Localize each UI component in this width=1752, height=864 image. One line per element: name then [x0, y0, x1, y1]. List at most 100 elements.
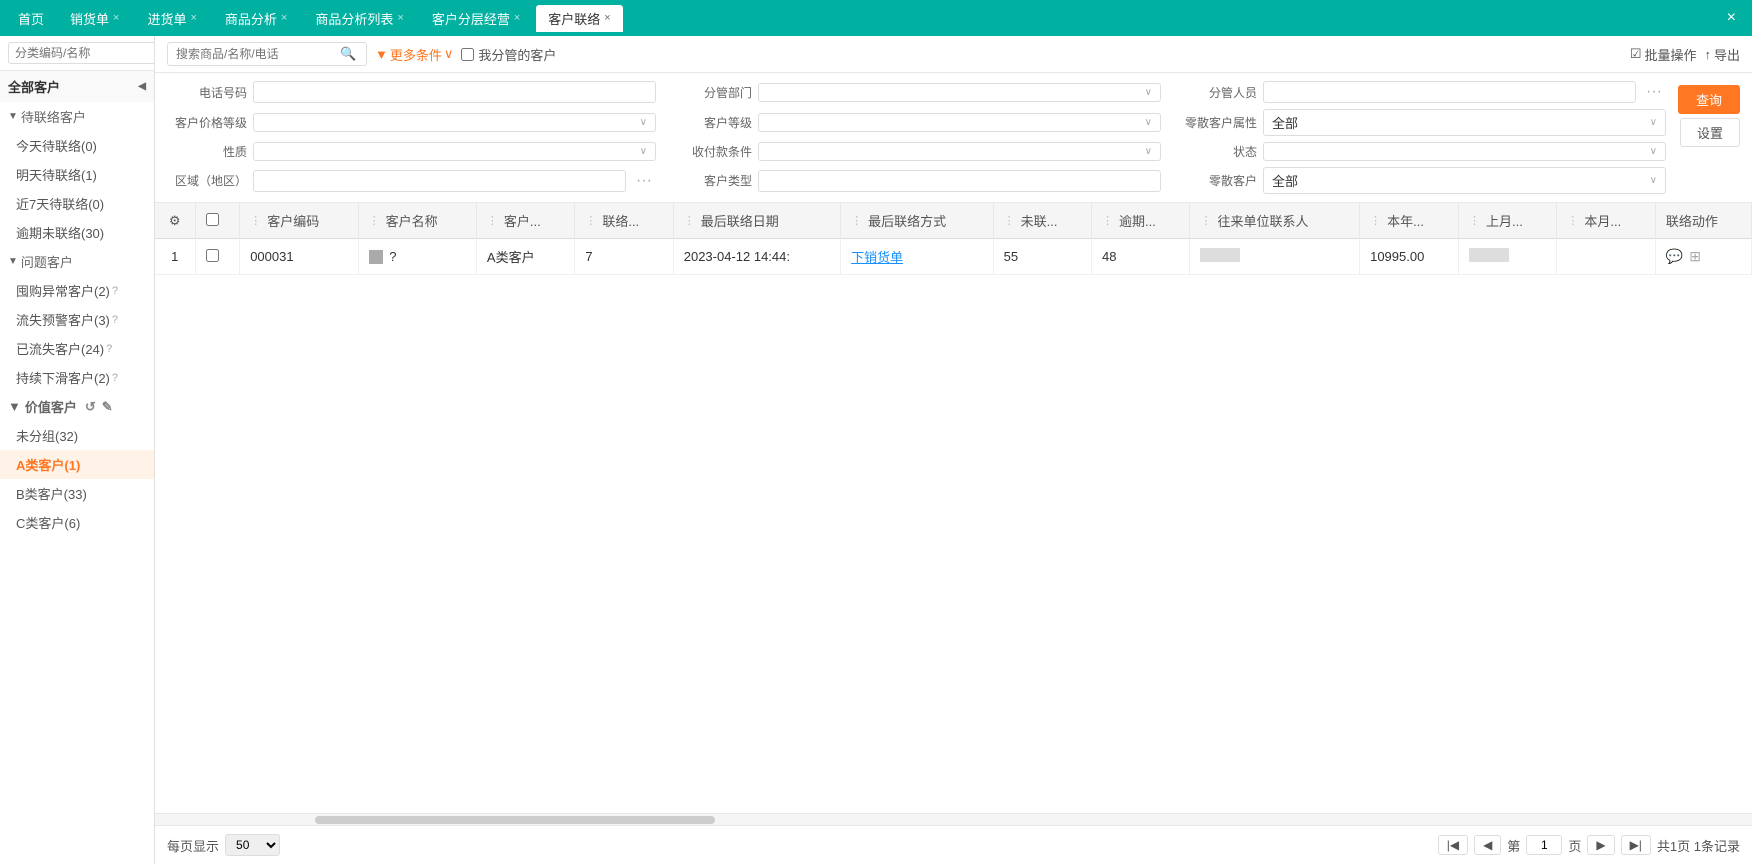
cell-checkbox[interactable] [195, 239, 240, 275]
col-gear[interactable]: ⚙ [155, 203, 195, 239]
chevron-down-icon: ∨ [1650, 175, 1657, 186]
next-page-button[interactable]: ▶ [1587, 835, 1614, 855]
filter-select-nature[interactable]: ∨ [253, 142, 656, 161]
value-customers-group: ▼ 价值客户 ↺ ✎ [0, 392, 154, 421]
close-icon[interactable]: × [113, 12, 119, 24]
filter-row-status: 状态 ∨ [1177, 142, 1666, 161]
chevron-down-icon: ∨ [1650, 117, 1657, 128]
gear-icon[interactable]: ⚙ [169, 213, 181, 228]
last-page-button[interactable]: ▶| [1621, 835, 1651, 855]
filter-select-retail-attr[interactable]: 全部 ∨ [1263, 109, 1666, 136]
row-checkbox[interactable] [206, 249, 219, 262]
search-input[interactable] [176, 47, 336, 61]
nav-tab-home[interactable]: 首页 [8, 5, 54, 32]
nav-tab-customer-tier[interactable]: 客户分层经营 × [420, 5, 532, 32]
filter-select-payment[interactable]: ∨ [758, 142, 1161, 161]
sidebar-item-a-class[interactable]: A类客户(1) [0, 450, 154, 479]
person-input[interactable] [1272, 85, 1627, 99]
sidebar-item-churn-warning[interactable]: 流失预警客户(3) ? [0, 305, 154, 334]
sidebar-item-hoarding[interactable]: 囤购异常客户(2) ? [0, 276, 154, 305]
filter-select-status[interactable]: ∨ [1263, 142, 1666, 161]
sidebar-item-b-class[interactable]: B类客户(33) [0, 479, 154, 508]
phone-input[interactable] [262, 85, 647, 99]
filter-input-person[interactable] [1263, 81, 1636, 103]
grid-icon[interactable]: ⊞ [1689, 248, 1701, 265]
filter-row-retail-attr: 零散客户属性 全部 ∨ [1177, 109, 1666, 136]
sidebar-item-7day-pending[interactable]: 近7天待联络(0) [0, 189, 154, 218]
collapse-sidebar-icon[interactable]: ◀ [138, 81, 146, 92]
sidebar-search-input[interactable] [8, 42, 155, 64]
more-icon-region[interactable]: ··· [632, 172, 656, 190]
first-page-button[interactable]: |◀ [1438, 835, 1468, 855]
scrollbar-thumb[interactable] [315, 816, 715, 824]
settings-button[interactable]: 设置 [1680, 118, 1740, 147]
filter-row-dept: 分管部门 ∨ [672, 81, 1161, 103]
sidebar-item-c-class[interactable]: C类客户(6) [0, 508, 154, 537]
refresh-icon[interactable]: ↺ [85, 399, 96, 415]
filter-select-customer-level[interactable]: ∨ [758, 113, 1161, 132]
action-buttons: 查询 设置 [1678, 81, 1740, 147]
sidebar-item-declining[interactable]: 持续下滑客户(2) ? [0, 363, 154, 392]
sidebar-item-churned[interactable]: 已流失客户(24) ? [0, 334, 154, 363]
edit-icon[interactable]: ✎ [102, 399, 113, 415]
filter-label-price-level: 客户价格等级 [167, 114, 247, 131]
nav-tab-customer-contact[interactable]: 客户联络 × [536, 5, 622, 32]
drag-handle-icon: ⋮ [851, 214, 862, 227]
filter-icon: ▼ [375, 47, 388, 62]
close-window-button[interactable]: × [1719, 9, 1744, 27]
content-area: 🔍 ▼ 更多条件 ∨ 我分管的客户 ☑ 批量操作 ↑ 导出 [155, 36, 1752, 864]
more-conditions-button[interactable]: ▼ 更多条件 ∨ [375, 45, 453, 64]
sidebar-item-overdue-pending[interactable]: 逾期未联络(30) [0, 218, 154, 247]
col-checkbox[interactable] [195, 203, 240, 239]
cell-overdue: 48 [1092, 239, 1190, 275]
chat-icon[interactable]: 💬 [1666, 248, 1683, 265]
query-button[interactable]: 查询 [1678, 85, 1740, 114]
my-customers-checkbox-label[interactable]: 我分管的客户 [461, 45, 556, 64]
close-icon[interactable]: × [190, 12, 196, 24]
sidebar-item-ungrouped[interactable]: 未分组(32) [0, 421, 154, 450]
all-customers-header[interactable]: 全部客户 ◀ [0, 71, 154, 102]
filter-input-region[interactable] [253, 170, 626, 192]
total-records-label: 共1页 1条记录 [1657, 836, 1740, 855]
filter-label-retail-attr: 零散客户属性 [1177, 114, 1257, 131]
close-icon[interactable]: × [397, 12, 403, 24]
filter-select-price-level[interactable]: ∨ [253, 113, 656, 132]
nav-tab-sales[interactable]: 销货单 × [58, 5, 131, 32]
last-method-link[interactable]: 下销货单 [851, 250, 903, 265]
per-page-select[interactable]: 50 100 200 [225, 834, 280, 856]
filter-input-customer-type[interactable] [758, 170, 1161, 192]
drag-handle-icon: ⋮ [250, 214, 261, 227]
sidebar-item-today-pending[interactable]: 今天待联络(0) [0, 131, 154, 160]
page-number-input[interactable] [1526, 835, 1562, 855]
close-icon[interactable]: × [281, 12, 287, 24]
customer-type-input[interactable] [767, 174, 1152, 188]
all-customers-label: 全部客户 [8, 77, 60, 96]
select-all-checkbox[interactable] [206, 213, 219, 226]
export-button[interactable]: ↑ 导出 [1704, 45, 1740, 64]
filter-select-retail-customer[interactable]: 全部 ∨ [1263, 167, 1666, 194]
nav-tab-product-analysis[interactable]: 商品分析 × [213, 5, 299, 32]
filter-input-phone[interactable] [253, 81, 656, 103]
search-icon[interactable]: 🔍 [340, 46, 356, 62]
export-icon: ↑ [1704, 47, 1711, 62]
more-icon-person[interactable]: ··· [1642, 83, 1666, 101]
filter-select-dept[interactable]: ∨ [758, 83, 1161, 102]
my-customers-checkbox[interactable] [461, 48, 474, 61]
batch-ops-button[interactable]: ☑ 批量操作 [1630, 45, 1697, 64]
cell-last-month [1459, 239, 1557, 275]
nav-tab-purchase[interactable]: 进货单 × [135, 5, 208, 32]
col-no-contact: ⋮未联... [993, 203, 1091, 239]
nav-tab-product-list[interactable]: 商品分析列表 × [303, 5, 415, 32]
chevron-down-icon: ∨ [1145, 117, 1152, 128]
cell-last-method[interactable]: 下销货单 [841, 239, 994, 275]
horizontal-scrollbar[interactable] [155, 813, 1752, 825]
prev-page-button[interactable]: ◀ [1474, 835, 1501, 855]
close-icon[interactable]: × [604, 12, 610, 24]
filter-bar: 🔍 ▼ 更多条件 ∨ 我分管的客户 ☑ 批量操作 ↑ 导出 [155, 36, 1752, 73]
filter-label-region: 区域（地区） [167, 172, 247, 189]
region-input[interactable] [262, 174, 617, 188]
close-icon[interactable]: × [514, 12, 520, 24]
table-row: 1 000031 ? A类客户 7 2023-04-12 14:44: 下销货单… [155, 239, 1752, 275]
sidebar-item-tomorrow-pending[interactable]: 明天待联络(1) [0, 160, 154, 189]
chevron-down-icon: ∨ [1145, 146, 1152, 157]
